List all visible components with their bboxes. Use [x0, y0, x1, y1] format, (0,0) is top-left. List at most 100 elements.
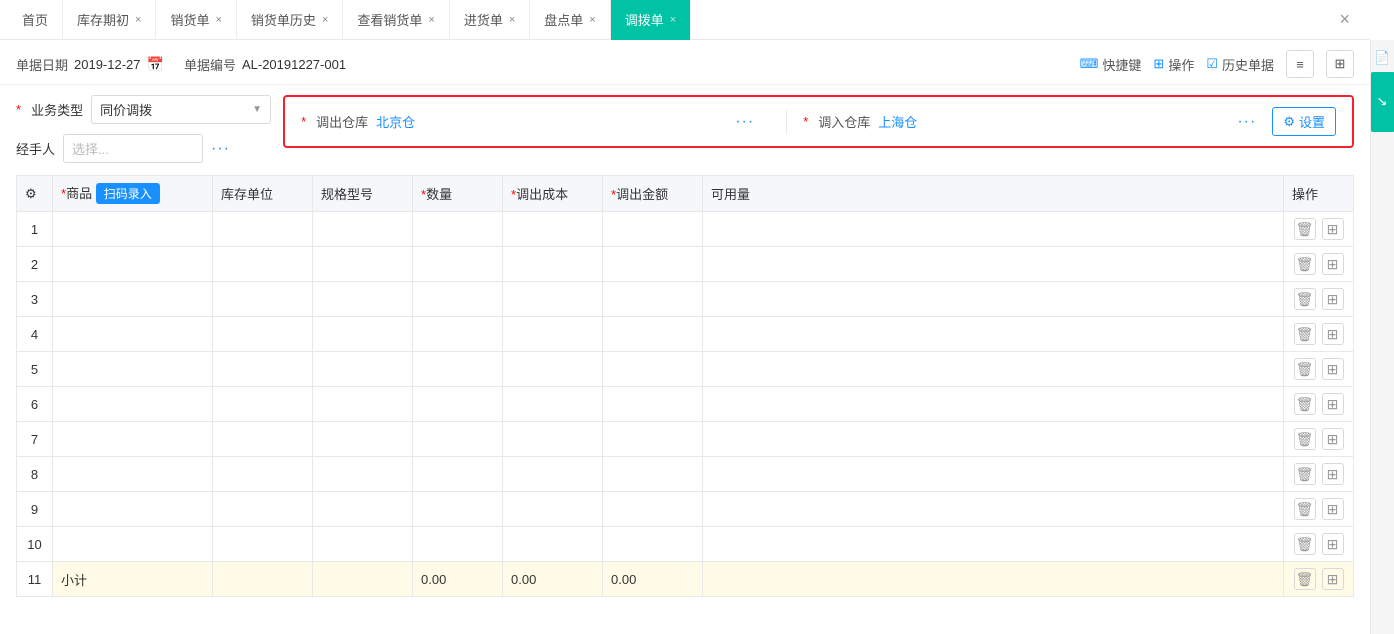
- row-spec-10[interactable]: [313, 527, 413, 562]
- delete-row-btn-6[interactable]: 🗑: [1294, 393, 1316, 415]
- history-btn[interactable]: ☑ 历史单据: [1206, 55, 1274, 74]
- tab-close-stocktake[interactable]: ×: [589, 14, 595, 26]
- row-cost-10[interactable]: [503, 527, 603, 562]
- row-spec-1[interactable]: [313, 212, 413, 247]
- row-product-6[interactable]: [53, 387, 213, 422]
- row-product-3[interactable]: [53, 282, 213, 317]
- copy-row-btn[interactable]: ⊞: [1322, 568, 1344, 590]
- row-cost-9[interactable]: [503, 492, 603, 527]
- copy-row-btn-8[interactable]: ⊞: [1322, 463, 1344, 485]
- copy-row-btn-10[interactable]: ⊞: [1322, 533, 1344, 555]
- row-product-8[interactable]: [53, 457, 213, 492]
- delete-row-btn-7[interactable]: 🗑: [1294, 428, 1316, 450]
- tab-stocktake[interactable]: 盘点单 ×: [530, 0, 610, 40]
- transfer-in-more-btn[interactable]: ···: [1237, 113, 1256, 131]
- tab-close-purchase[interactable]: ×: [509, 14, 515, 26]
- tab-view-sales[interactable]: 查看销货单 ×: [343, 0, 449, 40]
- person-dropdown[interactable]: 选择...: [63, 134, 203, 163]
- row-qty-4[interactable]: [413, 317, 503, 352]
- business-type-dropdown[interactable]: 同价调拨 ▼: [91, 95, 271, 124]
- row-qty-9[interactable]: [413, 492, 503, 527]
- row-amount-8[interactable]: [603, 457, 703, 492]
- th-gear[interactable]: ⚙: [17, 176, 53, 212]
- transfer-out-more-btn[interactable]: ···: [735, 113, 754, 131]
- row-product-1[interactable]: [53, 212, 213, 247]
- copy-row-btn-7[interactable]: ⊞: [1322, 428, 1344, 450]
- scan-input-btn[interactable]: 扫码录入: [96, 183, 160, 204]
- row-product-10[interactable]: [53, 527, 213, 562]
- tab-close-transfer[interactable]: ×: [670, 14, 676, 26]
- delete-row-btn-3[interactable]: 🗑: [1294, 288, 1316, 310]
- row-available-9[interactable]: [703, 492, 1284, 527]
- row-spec-4[interactable]: [313, 317, 413, 352]
- row-spec-7[interactable]: [313, 422, 413, 457]
- copy-row-btn-1[interactable]: ⊞: [1322, 218, 1344, 240]
- row-amount-3[interactable]: [603, 282, 703, 317]
- row-amount-9[interactable]: [603, 492, 703, 527]
- row-available-7[interactable]: [703, 422, 1284, 457]
- row-unit-7[interactable]: [213, 422, 313, 457]
- row-qty-1[interactable]: [413, 212, 503, 247]
- tab-transfer[interactable]: 调拨单 ×: [611, 0, 691, 40]
- row-unit-5[interactable]: [213, 352, 313, 387]
- row-available-3[interactable]: [703, 282, 1284, 317]
- row-amount-10[interactable]: [603, 527, 703, 562]
- calendar-icon[interactable]: 📅: [147, 56, 164, 73]
- row-available-2[interactable]: [703, 247, 1284, 282]
- sidebar-doc-icon[interactable]: 📄: [1373, 48, 1393, 68]
- row-cost-7[interactable]: [503, 422, 603, 457]
- delete-row-btn-9[interactable]: 🗑: [1294, 498, 1316, 520]
- delete-row-btn-4[interactable]: 🗑: [1294, 323, 1316, 345]
- row-available-1[interactable]: [703, 212, 1284, 247]
- row-spec-5[interactable]: [313, 352, 413, 387]
- row-available-8[interactable]: [703, 457, 1284, 492]
- row-qty-8[interactable]: [413, 457, 503, 492]
- operate-btn[interactable]: ⊞ 操作: [1153, 55, 1194, 74]
- row-unit-10[interactable]: [213, 527, 313, 562]
- row-unit-8[interactable]: [213, 457, 313, 492]
- tab-sales-history[interactable]: 销货单历史 ×: [237, 0, 343, 40]
- tab-inventory-init[interactable]: 库存期初 ×: [63, 0, 156, 40]
- row-cost-8[interactable]: [503, 457, 603, 492]
- row-unit-4[interactable]: [213, 317, 313, 352]
- row-amount-6[interactable]: [603, 387, 703, 422]
- row-unit-6[interactable]: [213, 387, 313, 422]
- person-more-btn[interactable]: ···: [211, 140, 230, 158]
- row-cost-3[interactable]: [503, 282, 603, 317]
- row-available-5[interactable]: [703, 352, 1284, 387]
- tab-home[interactable]: 首页: [8, 0, 63, 40]
- row-cost-2[interactable]: [503, 247, 603, 282]
- tab-sales-order[interactable]: 销货单 ×: [156, 0, 236, 40]
- row-product-4[interactable]: [53, 317, 213, 352]
- row-spec-9[interactable]: [313, 492, 413, 527]
- row-unit-1[interactable]: [213, 212, 313, 247]
- copy-row-btn-2[interactable]: ⊞: [1322, 253, 1344, 275]
- row-qty-3[interactable]: [413, 282, 503, 317]
- delete-row-btn-8[interactable]: 🗑: [1294, 463, 1316, 485]
- row-amount-7[interactable]: [603, 422, 703, 457]
- row-unit-2[interactable]: [213, 247, 313, 282]
- row-product-2[interactable]: [53, 247, 213, 282]
- delete-row-btn-2[interactable]: 🗑: [1294, 253, 1316, 275]
- row-spec-2[interactable]: [313, 247, 413, 282]
- shortcut-btn[interactable]: ⌨ 快捷键: [1080, 55, 1142, 74]
- row-available-6[interactable]: [703, 387, 1284, 422]
- row-product-7[interactable]: [53, 422, 213, 457]
- row-amount-5[interactable]: [603, 352, 703, 387]
- row-amount-1[interactable]: [603, 212, 703, 247]
- row-spec-3[interactable]: [313, 282, 413, 317]
- row-unit-9[interactable]: [213, 492, 313, 527]
- row-product-9[interactable]: [53, 492, 213, 527]
- copy-row-btn-4[interactable]: ⊞: [1322, 323, 1344, 345]
- tab-close-inventory-init[interactable]: ×: [135, 14, 141, 26]
- setting-button[interactable]: ⚙ 设置: [1272, 107, 1336, 136]
- row-available-4[interactable]: [703, 317, 1284, 352]
- row-qty-10[interactable]: [413, 527, 503, 562]
- copy-row-btn-5[interactable]: ⊞: [1322, 358, 1344, 380]
- row-qty-5[interactable]: [413, 352, 503, 387]
- tab-purchase[interactable]: 进货单 ×: [450, 0, 530, 40]
- copy-row-btn-6[interactable]: ⊞: [1322, 393, 1344, 415]
- layout-grid-btn[interactable]: ⊞: [1326, 50, 1354, 78]
- row-qty-7[interactable]: [413, 422, 503, 457]
- tab-close-sales-order[interactable]: ×: [215, 14, 221, 26]
